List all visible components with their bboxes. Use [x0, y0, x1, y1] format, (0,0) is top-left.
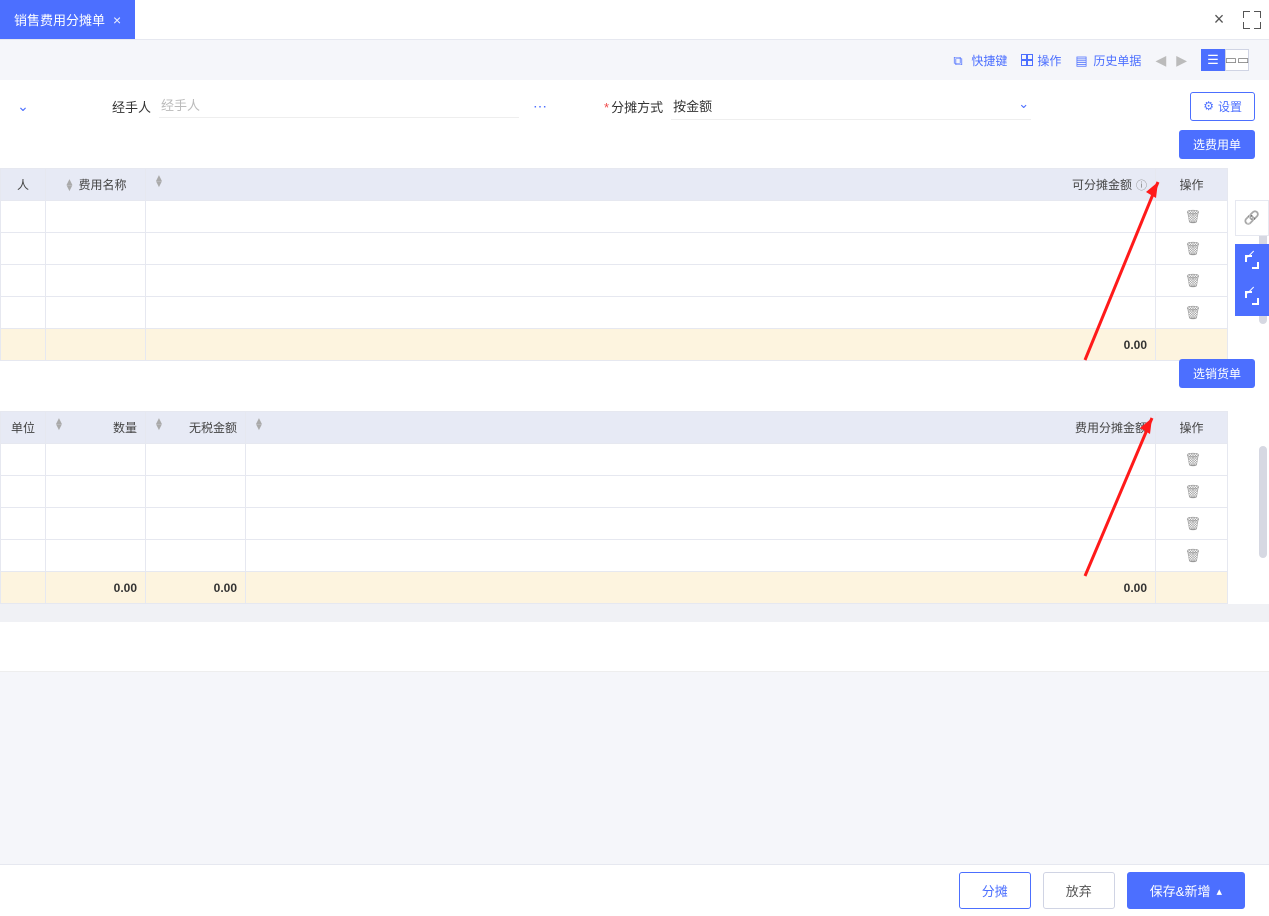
handler-label: 经手人: [112, 97, 151, 116]
delete-icon[interactable]: [1185, 548, 1199, 562]
sort-icon[interactable]: [65, 180, 75, 192]
total-notax: 0.00: [146, 572, 246, 604]
select-expense-bill-button[interactable]: 选费用单: [1179, 130, 1255, 159]
operate-link[interactable]: 操作: [1021, 52, 1061, 69]
method-value: 按金额: [673, 96, 712, 115]
settings-button[interactable]: 设置: [1190, 92, 1255, 121]
history-link[interactable]: 历史单据: [1075, 52, 1141, 69]
col-expense-name[interactable]: 费用名称: [46, 169, 146, 201]
copy-icon: [953, 53, 967, 67]
info-icon[interactable]: [1132, 178, 1147, 192]
toolbar: 快捷键 操作 历史单据 ◀ ▶ ☰ ▭▭: [0, 40, 1269, 80]
delete-icon[interactable]: [1185, 305, 1199, 319]
form-area: ⌄ 经手人 ⋯ *分摊方式 按金额 ⌄ 设置: [0, 80, 1269, 132]
expand-icon: [1245, 291, 1259, 305]
table-row[interactable]: [1, 201, 1228, 233]
table-row[interactable]: [1, 540, 1228, 572]
table-row[interactable]: [1, 444, 1228, 476]
sort-icon[interactable]: [254, 419, 264, 431]
delete-icon[interactable]: [1185, 241, 1199, 255]
handler-more-icon[interactable]: ⋯: [527, 98, 554, 115]
tab-title: 销售费用分摊单: [14, 10, 105, 29]
allocate-button[interactable]: 分摊: [959, 872, 1031, 909]
sales-table: 单位 数量 无税金额 费用分摊金额 操作 0.00 0.00: [0, 411, 1228, 604]
nav-next-icon[interactable]: ▶: [1176, 52, 1187, 69]
view-grid-button[interactable]: ▭▭: [1225, 49, 1249, 71]
select-sales-bill-button[interactable]: 选销货单: [1179, 359, 1255, 388]
delete-icon[interactable]: [1185, 209, 1199, 223]
total-row: 0.00: [1, 329, 1228, 361]
table-row[interactable]: [1, 476, 1228, 508]
delete-icon[interactable]: [1185, 273, 1199, 287]
table-row[interactable]: [1, 233, 1228, 265]
expand-icon: [1245, 255, 1259, 269]
footer-bar: 分摊 放弃 保存&新增: [0, 864, 1269, 916]
sort-icon[interactable]: [54, 419, 64, 431]
col-person[interactable]: 人: [1, 169, 46, 201]
discard-button[interactable]: 放弃: [1043, 872, 1115, 909]
tab-bar: 销售费用分摊单 × ×: [0, 0, 1269, 40]
handler-input[interactable]: [159, 94, 519, 118]
panel-close-icon[interactable]: ×: [1209, 9, 1229, 30]
expand-button-1[interactable]: [1235, 244, 1269, 280]
attachment-button[interactable]: [1235, 200, 1269, 236]
delete-icon[interactable]: [1185, 452, 1199, 466]
shortcut-label: 快捷键: [971, 52, 1007, 69]
attachment-icon: [1244, 210, 1260, 226]
table-header-row: 人 费用名称 可分摊金额 操作: [1, 169, 1228, 201]
shortcut-link[interactable]: 快捷键: [953, 52, 1007, 69]
expense-table: 人 费用名称 可分摊金额 操作 0.00: [0, 168, 1228, 361]
col-allocatable-amount[interactable]: 可分摊金额: [146, 169, 1156, 201]
total-row: 0.00 0.00 0.00: [1, 572, 1228, 604]
chevron-down-icon: ⌄: [1018, 96, 1029, 115]
nav-prev-icon[interactable]: ◀: [1155, 52, 1166, 69]
save-label: 保存&新增: [1150, 881, 1211, 900]
scrollbar[interactable]: [1259, 446, 1267, 558]
sort-icon[interactable]: [154, 419, 164, 431]
table-header-row: 单位 数量 无税金额 费用分摊金额 操作: [1, 412, 1228, 444]
chevron-down-icon[interactable]: ⌄: [14, 98, 32, 115]
fullscreen-icon[interactable]: [1243, 11, 1261, 29]
expand-button-2[interactable]: [1235, 280, 1269, 316]
col-notax-amount[interactable]: 无税金额: [146, 412, 246, 444]
table-row[interactable]: [1, 265, 1228, 297]
grid-icon: [1021, 54, 1033, 66]
delete-icon[interactable]: [1185, 516, 1199, 530]
col-unit[interactable]: 单位: [1, 412, 46, 444]
gear-icon: [1203, 99, 1214, 113]
operate-label: 操作: [1037, 52, 1061, 69]
settings-label: 设置: [1218, 98, 1242, 115]
col-allocation-amount[interactable]: 费用分摊金额: [246, 412, 1156, 444]
total-quantity: 0.00: [46, 572, 146, 604]
tab-close-icon[interactable]: ×: [113, 12, 121, 28]
col-quantity[interactable]: 数量: [46, 412, 146, 444]
delete-icon[interactable]: [1185, 484, 1199, 498]
col-operate: 操作: [1156, 169, 1228, 201]
history-label: 历史单据: [1093, 52, 1141, 69]
doc-icon: [1075, 53, 1089, 67]
content-area: 选费用单 人 费用名称 可分摊金额 操作: [0, 132, 1269, 672]
col-operate: 操作: [1156, 412, 1228, 444]
method-label: *分摊方式: [604, 97, 663, 116]
method-select[interactable]: 按金额 ⌄: [671, 92, 1031, 120]
tab-active[interactable]: 销售费用分摊单 ×: [0, 0, 135, 39]
sort-icon[interactable]: [154, 176, 164, 188]
side-rail: [1235, 200, 1269, 316]
caret-up-icon: [1216, 883, 1222, 898]
total-allocatable-amount: 0.00: [146, 329, 1156, 361]
total-allocation-amount: 0.00: [246, 572, 1156, 604]
save-and-new-button[interactable]: 保存&新增: [1127, 872, 1245, 909]
view-list-button[interactable]: ☰: [1201, 49, 1225, 71]
table-row[interactable]: [1, 297, 1228, 329]
table-row[interactable]: [1, 508, 1228, 540]
